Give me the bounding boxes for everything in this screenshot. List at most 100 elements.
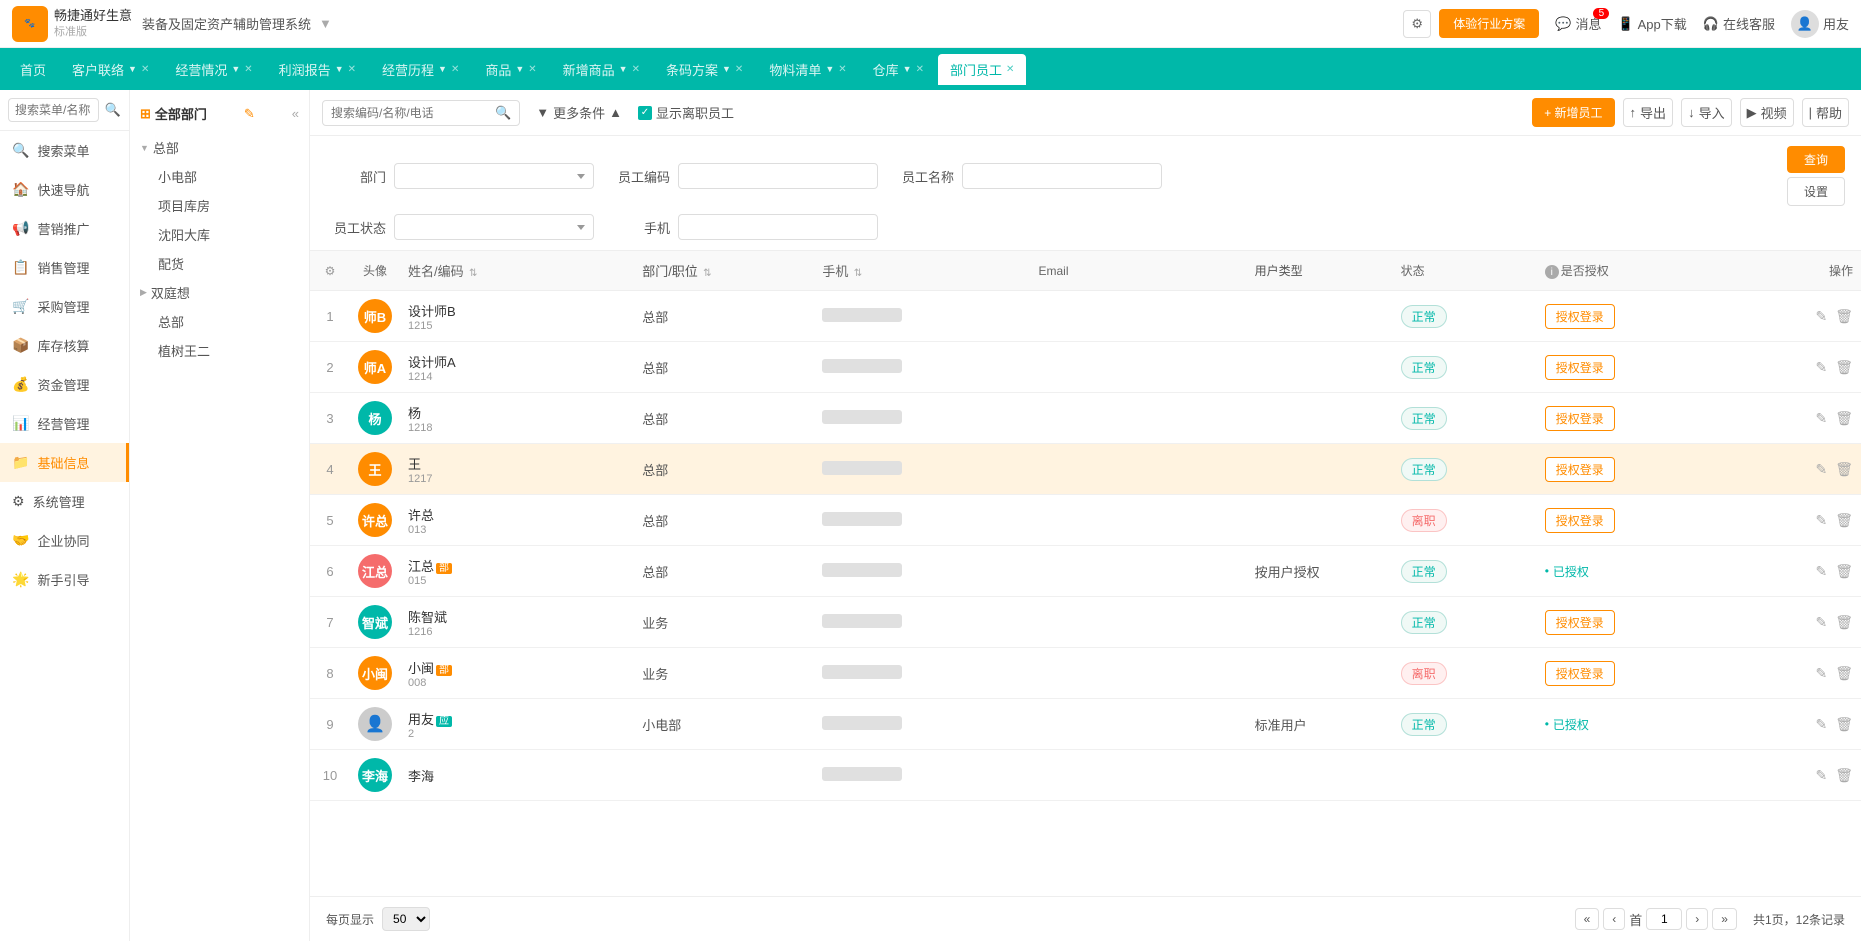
trial-button[interactable]: 体验行业方案 (1439, 9, 1539, 38)
edit-row-button[interactable]: ✎ (1815, 308, 1827, 325)
edit-row-button[interactable]: ✎ (1815, 410, 1827, 427)
import-button[interactable]: ↓ 导入 (1681, 98, 1732, 127)
sidebar-search-icon[interactable]: 🔍 (105, 102, 121, 118)
close-icon[interactable]: ✕ (528, 64, 536, 75)
edit-row-button[interactable]: ✎ (1815, 359, 1827, 376)
edit-row-button[interactable]: ✎ (1815, 665, 1827, 682)
status-select[interactable] (394, 214, 594, 240)
set-button[interactable]: 设置 (1787, 177, 1845, 206)
delete-row-button[interactable]: 🗑 (1835, 767, 1853, 784)
close-icon[interactable]: ✕ (838, 64, 846, 75)
edit-dept-icon[interactable]: ✎ (244, 106, 255, 122)
delete-row-button[interactable]: 🗑 (1835, 461, 1853, 478)
query-button[interactable]: 查询 (1787, 146, 1845, 173)
auth-login-button[interactable]: 授权登录 (1545, 355, 1615, 380)
dept-item-peihuo[interactable]: 配货 (130, 249, 309, 278)
sidebar-item-collab[interactable]: 🤝 企业协同 (0, 521, 129, 560)
dept-item-project[interactable]: 项目库房 (130, 191, 309, 220)
tab-customer[interactable]: 客户联络 ▼ ✕ (60, 54, 161, 85)
chat-button[interactable]: 💬 消息 5 (1555, 14, 1601, 33)
sidebar-item-system[interactable]: ⚙ 系统管理 (0, 482, 129, 521)
delete-row-button[interactable]: 🗑 (1835, 512, 1853, 529)
delete-row-button[interactable]: 🗑 (1835, 308, 1853, 325)
edit-row-button[interactable]: ✎ (1815, 461, 1827, 478)
search-input[interactable] (331, 106, 491, 120)
export-button[interactable]: ↑ 导出 (1623, 98, 1674, 127)
last-page-button[interactable]: » (1712, 908, 1737, 930)
auth-login-button[interactable]: 授权登录 (1545, 457, 1615, 482)
dept-item-shuangtingxiang[interactable]: ▶ 双庭想 (130, 278, 309, 307)
edit-row-button[interactable]: ✎ (1815, 614, 1827, 631)
dept-item-zongbu[interactable]: 总部 (130, 307, 309, 336)
collapse-dept-icon[interactable]: « (292, 106, 299, 121)
edit-row-button[interactable]: ✎ (1815, 767, 1827, 784)
phone-input[interactable] (678, 214, 878, 240)
auth-login-button[interactable]: 授权登录 (1545, 661, 1615, 686)
delete-row-button[interactable]: 🗑 (1835, 614, 1853, 631)
tab-operation[interactable]: 经营情况 ▼ ✕ (163, 54, 264, 85)
online-service-button[interactable]: 🎧 在线客服 (1703, 14, 1775, 33)
user-menu-button[interactable]: 👤 用友 (1791, 10, 1849, 38)
auth-login-button[interactable]: 授权登录 (1545, 610, 1615, 635)
delete-row-button[interactable]: 🗑 (1835, 665, 1853, 682)
sidebar-item-operation[interactable]: 📊 经营管理 (0, 404, 129, 443)
delete-row-button[interactable]: 🗑 (1835, 563, 1853, 580)
sidebar-item-marketing[interactable]: 📢 营销推广 (0, 209, 129, 248)
close-icon[interactable]: ✕ (348, 64, 356, 75)
edit-row-button[interactable]: ✎ (1815, 512, 1827, 529)
emp-code-input[interactable] (678, 163, 878, 189)
sidebar-item-quicknav[interactable]: 🏠 快速导航 (0, 170, 129, 209)
close-icon[interactable]: ✕ (735, 64, 743, 75)
auth-info-icon[interactable]: i (1545, 265, 1559, 279)
dept-item-zhishu[interactable]: 植树王二 (130, 336, 309, 365)
next-page-button[interactable]: › (1686, 908, 1708, 930)
close-icon[interactable]: ✕ (916, 64, 924, 75)
show-resigned-checkbox[interactable]: ✓ (638, 106, 652, 120)
sidebar-item-purchase[interactable]: 🛒 采购管理 (0, 287, 129, 326)
add-employee-button[interactable]: + 新增员工 (1532, 98, 1614, 127)
sidebar-item-inventory[interactable]: 📦 库存核算 (0, 326, 129, 365)
sidebar-item-finance[interactable]: 💰 资金管理 (0, 365, 129, 404)
auth-login-button[interactable]: 授权登录 (1545, 508, 1615, 533)
settings-button[interactable]: ⚙ (1403, 10, 1431, 38)
first-page-button[interactable]: « (1575, 908, 1600, 930)
close-icon[interactable]: ✕ (1006, 64, 1014, 75)
sidebar-search-input[interactable] (8, 98, 99, 122)
tab-goods[interactable]: 商品 ▼ ✕ (473, 54, 548, 85)
dept-item-xiaodian[interactable]: 小电部 (130, 162, 309, 191)
dept-select[interactable] (394, 163, 594, 189)
help-button[interactable]: | 帮助 (1802, 98, 1849, 127)
prev-page-button[interactable]: ‹ (1603, 908, 1625, 930)
col-header-settings[interactable]: ⚙ (310, 251, 350, 291)
close-icon[interactable]: ✕ (451, 64, 459, 75)
edit-row-button[interactable]: ✎ (1815, 716, 1827, 733)
close-icon[interactable]: ✕ (244, 64, 252, 75)
sidebar-item-sales[interactable]: 📋 销售管理 (0, 248, 129, 287)
page-number-input[interactable] (1646, 908, 1682, 930)
tab-new-goods[interactable]: 新增商品 ▼ ✕ (551, 54, 652, 85)
app-download-button[interactable]: 📱 App下载 (1617, 14, 1686, 33)
tab-warehouse[interactable]: 仓库 ▼ ✕ (861, 54, 936, 85)
sidebar-item-guide[interactable]: 🌟 新手引导 (0, 560, 129, 599)
close-icon[interactable]: ✕ (632, 64, 640, 75)
more-filter-button[interactable]: ▼ 更多条件 ▲ (528, 99, 630, 126)
tab-employees[interactable]: 部门员工 ✕ (938, 54, 1026, 85)
dept-item-general[interactable]: ▼ 总部 (130, 133, 309, 162)
tab-home[interactable]: 首页 (8, 54, 58, 85)
system-title-arrow[interactable]: ▼ (319, 16, 332, 31)
video-button[interactable]: ▶ 视频 (1740, 98, 1794, 127)
col-header-phone[interactable]: 手机 ⇅ (814, 251, 1030, 291)
tab-barcode[interactable]: 条码方案 ▼ ✕ (654, 54, 755, 85)
emp-name-input[interactable] (962, 163, 1162, 189)
page-size-select[interactable]: 50 (382, 907, 430, 931)
col-header-name[interactable]: 姓名/编码 ⇅ (400, 251, 634, 291)
edit-row-button[interactable]: ✎ (1815, 563, 1827, 580)
close-icon[interactable]: ✕ (141, 64, 149, 75)
search-icon[interactable]: 🔍 (495, 105, 511, 121)
auth-login-button[interactable]: 授权登录 (1545, 304, 1615, 329)
dept-item-shenyang[interactable]: 沈阳大库 (130, 220, 309, 249)
sidebar-item-basic[interactable]: 📁 基础信息 (0, 443, 129, 482)
delete-row-button[interactable]: 🗑 (1835, 716, 1853, 733)
col-header-dept[interactable]: 部门/职位 ⇅ (634, 251, 814, 291)
auth-login-button[interactable]: 授权登录 (1545, 406, 1615, 431)
